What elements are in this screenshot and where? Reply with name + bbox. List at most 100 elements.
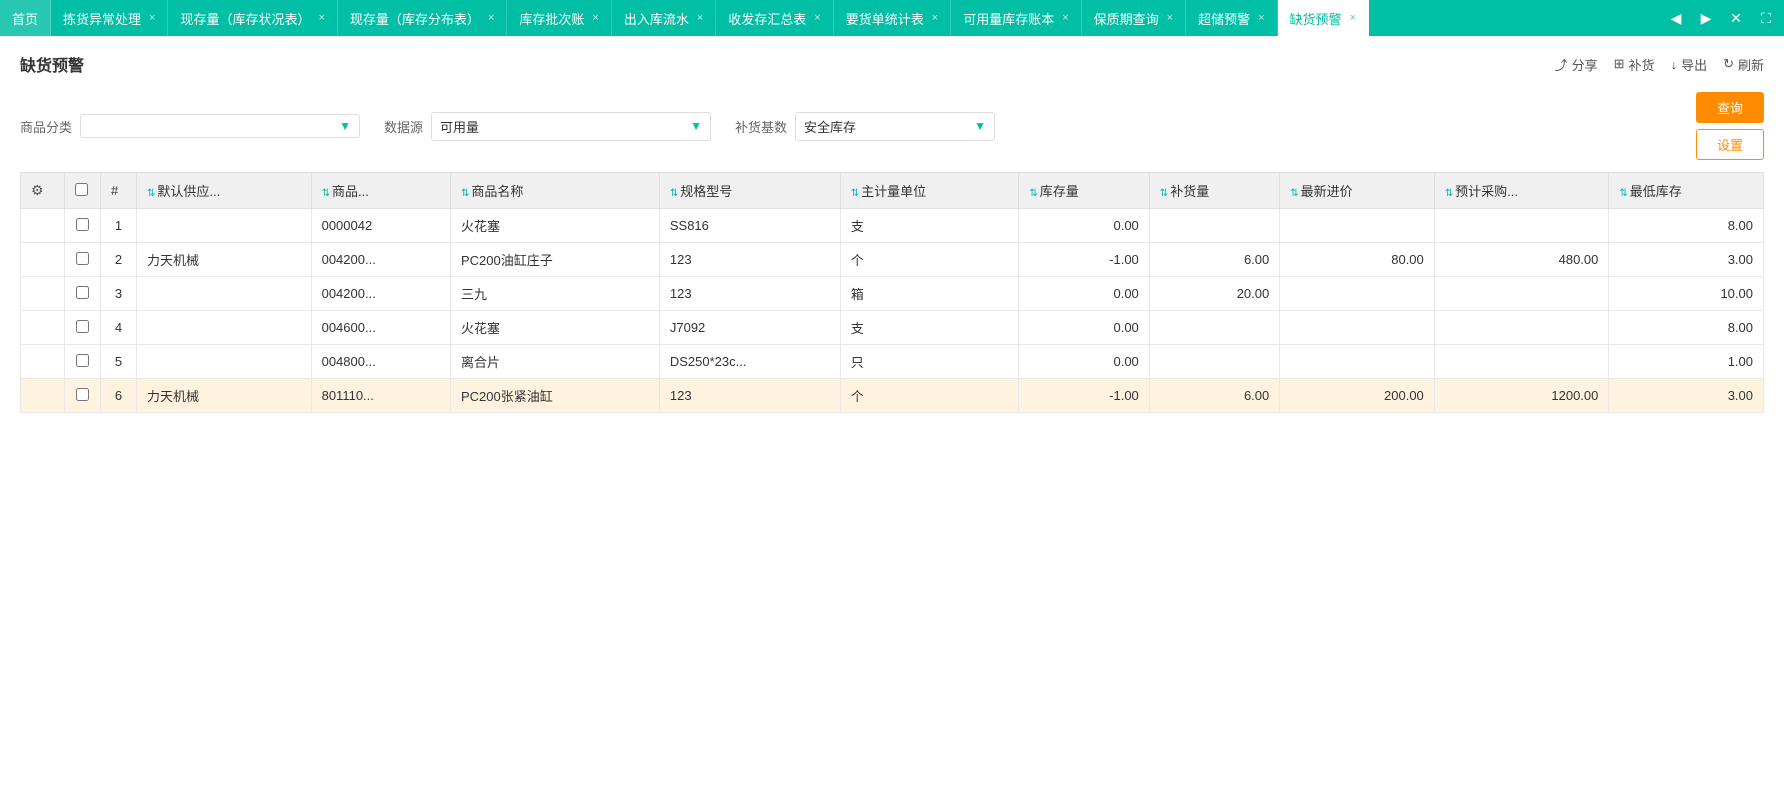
refresh-button[interactable]: ↻ 刷新 [1723,55,1764,74]
nav-tab-inventory-dist[interactable]: 现存量（库存分布表） × [338,0,507,36]
nav-tab-inout-flow-label: 出入库流水 [624,9,689,28]
nav-tab-overstock[interactable]: 超储预警 × [1186,0,1277,36]
row-est-purchase-3 [1434,311,1609,345]
th-spec[interactable]: ⇅规格型号 [659,173,840,209]
th-stock[interactable]: ⇅库存量 [1019,173,1149,209]
nav-tab-shortage[interactable]: 缺货预警 × [1278,0,1369,36]
row-check-cell-1[interactable] [65,243,101,277]
row-spec-3: J7092 [659,311,840,345]
settings-icon[interactable]: ⚙ [31,182,44,198]
row-checkbox-1[interactable] [76,252,89,265]
row-name-5: PC200张紧油缸 [450,379,659,413]
share-button[interactable]: ⤴ 分享 [1555,55,1598,74]
row-code-5: 801110... [311,379,450,413]
th-latest-price[interactable]: ⇅最新进价 [1280,173,1435,209]
select-all-checkbox[interactable] [75,183,88,196]
row-spec-5: 123 [659,379,840,413]
nav-tab-collect[interactable]: 收发存汇总表 × [716,0,833,36]
row-check-cell-2[interactable] [65,277,101,311]
settings-button[interactable]: 设置 [1696,129,1764,160]
nav-tab-inout-flow-close[interactable]: × [697,12,703,24]
row-stock-5: -1.00 [1019,379,1149,413]
nav-tab-collect-label: 收发存汇总表 [728,9,806,28]
code-sort-icon: ⇅ [322,188,330,199]
row-checkbox-5[interactable] [76,388,89,401]
th-gear[interactable]: ⚙ [21,173,65,209]
nav-close-all-button[interactable]: ✕ [1722,4,1750,32]
th-supplier[interactable]: ⇅默认供应... [137,173,312,209]
nav-fullscreen-button[interactable]: ⛶ [1752,4,1780,32]
nav-tab-overstock-close[interactable]: × [1258,12,1264,24]
th-name-label: 商品名称 [471,184,523,199]
row-gear-cell-2 [21,277,65,311]
th-spec-label: 规格型号 [680,184,732,199]
row-gear-cell-4 [21,345,65,379]
th-unit[interactable]: ⇅主计量单位 [840,173,1019,209]
nav-tab-exception-close[interactable]: × [149,12,155,24]
row-spec-1: 123 [659,243,840,277]
row-check-cell-0[interactable] [65,209,101,243]
query-button[interactable]: 查询 [1696,92,1764,123]
th-replenish[interactable]: ⇅补货量 [1149,173,1279,209]
table-row: 3 004200... 三九 123 箱 0.00 20.00 10.00 [21,277,1764,311]
nav-tab-available[interactable]: 可用量库存账本 × [951,0,1081,36]
row-checkbox-0[interactable] [76,218,89,231]
th-est-purchase[interactable]: ⇅预计采购... [1434,173,1609,209]
replenish-sort-icon: ⇅ [1160,188,1168,199]
replenish-base-value: 安全库存 [804,117,856,136]
row-check-cell-5[interactable] [65,379,101,413]
min-stock-sort-icon: ⇅ [1619,188,1627,199]
row-unit-0: 支 [840,209,1019,243]
nav-tab-inventory-status-close[interactable]: × [318,12,324,24]
export-button[interactable]: ↓ 导出 [1671,55,1708,74]
row-checkbox-4[interactable] [76,354,89,367]
nav-tab-expiry-close[interactable]: × [1167,12,1173,24]
table-row: 4 004600... 火花塞 J7092 支 0.00 8.00 [21,311,1764,345]
th-code[interactable]: ⇅商品... [311,173,450,209]
th-est-purchase-label: 预计采购... [1455,184,1518,199]
replenish-button[interactable]: ⊞ 补货 [1614,55,1655,74]
row-min-stock-1: 3.00 [1609,243,1764,277]
table-row: 5 004800... 离合片 DS250*23c... 只 0.00 1.00 [21,345,1764,379]
row-latest-price-2 [1280,277,1435,311]
replenish-label: 补货 [1629,55,1655,74]
datasource-select[interactable]: 可用量 ▼ [431,112,711,141]
nav-tab-collect-close[interactable]: × [814,12,820,24]
nav-tab-expiry[interactable]: 保质期查询 × [1082,0,1186,36]
category-select[interactable]: ▼ [80,114,360,138]
row-check-cell-4[interactable] [65,345,101,379]
nav-tab-batch[interactable]: 库存批次账 × [507,0,611,36]
row-latest-price-3 [1280,311,1435,345]
nav-tab-batch-close[interactable]: × [592,12,598,24]
nav-prev-button[interactable]: ◀ [1662,4,1690,32]
nav-tab-inventory-status[interactable]: 现存量（库存状况表） × [168,0,337,36]
nav-tab-exception-label: 拣货异常处理 [63,9,141,28]
th-replenish-label: 补货量 [1170,184,1209,199]
row-code-0: 0000042 [311,209,450,243]
row-stock-2: 0.00 [1019,277,1149,311]
est-purchase-sort-icon: ⇅ [1445,188,1453,199]
row-replenish-0 [1149,209,1279,243]
row-checkbox-2[interactable] [76,286,89,299]
row-stock-3: 0.00 [1019,311,1149,345]
th-name[interactable]: ⇅商品名称 [450,173,659,209]
row-checkbox-3[interactable] [76,320,89,333]
row-replenish-5: 6.00 [1149,379,1279,413]
nav-next-button[interactable]: ▶ [1692,4,1720,32]
nav-tab-home[interactable]: 首页 [0,0,51,36]
name-sort-icon: ⇅ [461,188,469,199]
row-latest-price-1: 80.00 [1280,243,1435,277]
row-supplier-3 [137,311,312,345]
nav-tab-requisition-close[interactable]: × [932,12,938,24]
nav-tab-inventory-dist-close[interactable]: × [488,12,494,24]
replenish-base-select[interactable]: 安全库存 ▼ [795,112,995,141]
nav-tab-inventory-dist-label: 现存量（库存分布表） [350,9,480,28]
row-est-purchase-0 [1434,209,1609,243]
nav-tab-requisition[interactable]: 要货单统计表 × [834,0,951,36]
nav-tab-inout-flow[interactable]: 出入库流水 × [612,0,716,36]
row-check-cell-3[interactable] [65,311,101,345]
nav-tab-exception[interactable]: 拣货异常处理 × [51,0,168,36]
nav-tab-available-close[interactable]: × [1062,12,1068,24]
th-min-stock[interactable]: ⇅最低库存 [1609,173,1764,209]
nav-tab-shortage-close[interactable]: × [1350,12,1356,24]
